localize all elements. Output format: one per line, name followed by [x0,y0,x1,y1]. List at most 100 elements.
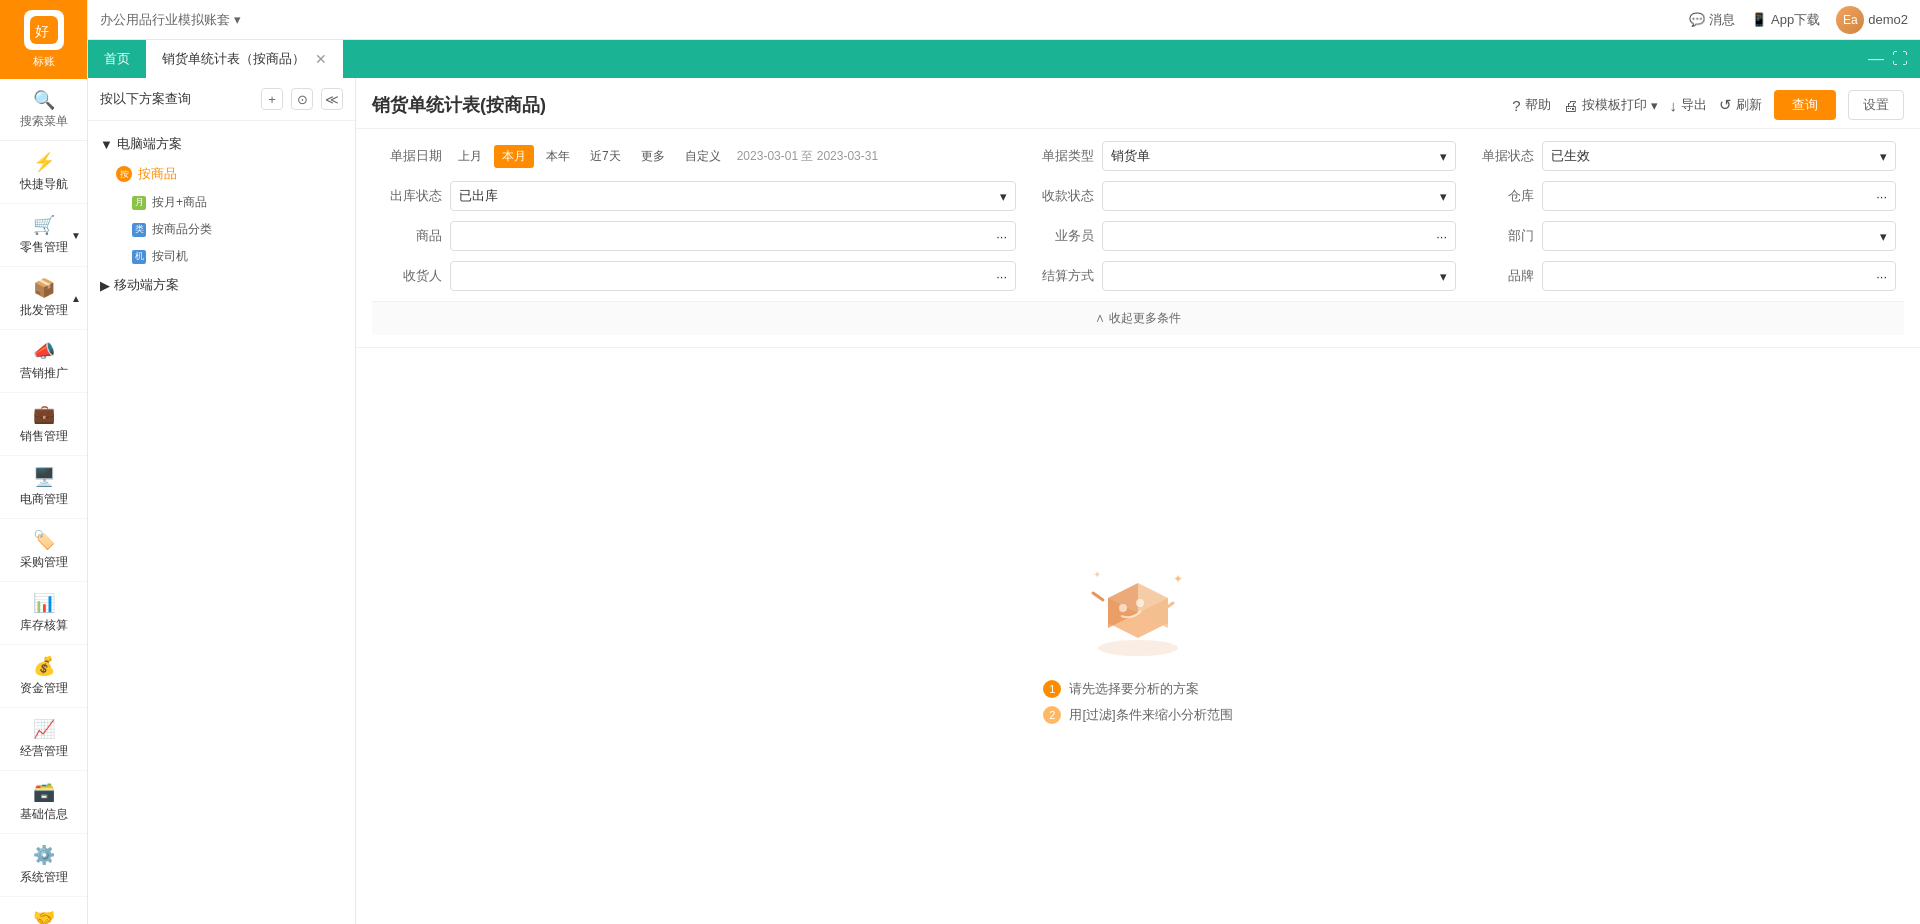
filter-brand-col: 品牌 ··· [1464,261,1904,291]
filter-receipt-status-col: 收款状态 ▾ [1024,181,1464,211]
sidebar-item-system[interactable]: ⚙️ 系统管理 [0,834,87,897]
warehouse-select[interactable]: ··· [1542,181,1896,211]
industry-selector[interactable]: 办公用品行业模拟账套 ▾ [100,11,241,29]
filter-warehouse-col: 仓库 ··· [1464,181,1904,211]
tree-parent-mobile[interactable]: ▶ 移动端方案 [88,270,355,300]
tree-child-by-product[interactable]: 按 按商品 [88,159,355,189]
tab-home[interactable]: 首页 [88,40,146,78]
filter-department-col: 部门 ▾ [1464,221,1904,251]
product-select[interactable]: ··· [450,221,1016,251]
out-status-select[interactable]: 已出库 ▾ [450,181,1016,211]
add-scheme-button[interactable]: + [261,88,283,110]
export-button[interactable]: ↓ 导出 [1670,96,1708,114]
tree-parent-pc[interactable]: ▼ 电脑端方案 [88,129,355,159]
sidebar-item-basics[interactable]: 🗃️ 基础信息 [0,771,87,834]
print-icon: 🖨 [1563,97,1578,114]
nav-icon-wholesale: 📦 [33,277,55,299]
filter-settlement-col: 结算方式 ▾ [1024,261,1464,291]
app-download-button[interactable]: 📱 App下载 [1751,11,1820,29]
tree-sub-label: 按司机 [152,248,188,265]
sidebar-item-inventory[interactable]: 📊 库存核算 [0,582,87,645]
avatar: Ea [1836,6,1864,34]
sidebar-item-retail[interactable]: 🛒 零售管理 ▼ [0,204,87,267]
collapse-panel-button[interactable]: ≪ [321,88,343,110]
sidebar-item-sales[interactable]: 💼 销售管理 [0,393,87,456]
date-tab-this-month[interactable]: 本月 [494,145,534,168]
nav-icon-quick: ⚡ [33,151,55,173]
sidebar-item-wholesale[interactable]: 📦 批发管理 ▲ [0,267,87,330]
empty-illustration: ✦ ✦ [1078,548,1198,668]
collapse-filter-bar[interactable]: ∧ 收起更多条件 [372,301,1904,335]
tree-parent-label: 移动端方案 [114,276,179,294]
refresh-icon: ↺ [1719,96,1732,114]
brand-select[interactable]: ··· [1542,261,1896,291]
filter-salesperson-col: 业务员 ··· [1024,221,1464,251]
tab-minimize-icon[interactable]: — [1868,50,1884,68]
sidebar-search[interactable]: 🔍 搜索菜单 [0,79,87,141]
tab-maximize-icon[interactable]: ⛶ [1892,50,1908,68]
tab-sales-report-label: 销货单统计表（按商品） [162,50,305,68]
query-button[interactable]: 查询 [1774,90,1836,120]
sidebar-item-label: 系统管理 [20,869,68,886]
doc-type-select[interactable]: 销货单 ▾ [1102,141,1456,171]
sidebar-item-quick-nav[interactable]: ⚡ 快捷导航 [0,141,87,204]
tab-close-icon[interactable]: ✕ [315,51,327,67]
svg-line-5 [1093,593,1103,600]
out-status-dropdown-icon: ▾ [1000,189,1007,204]
print-dropdown-icon: ▾ [1651,98,1658,113]
settings-button[interactable]: 设置 [1848,90,1904,120]
sidebar-item-purchase[interactable]: 🏷️ 采购管理 [0,519,87,582]
help-icon: ? [1512,97,1520,114]
left-panel-header: 按以下方案查询 + ⊙ ≪ [88,78,355,121]
sidebar-item-label: 经营管理 [20,743,68,760]
tip-text-1: 请先选择要分析的方案 [1069,680,1199,698]
sidebar-item-operations[interactable]: 📈 经营管理 [0,708,87,771]
nav-icon-enterprise: 🤝 [33,907,55,924]
sidebar-item-finance[interactable]: 💰 资金管理 [0,645,87,708]
sidebar-item-enterprise[interactable]: 🤝 企业协同 [0,897,87,924]
topbar: 办公用品行业模拟账套 ▾ 💬 消息 📱 App下载 Ea demo2 [88,0,1920,40]
sidebar-item-label: 采购管理 [20,554,68,571]
salesperson-dots: ··· [1436,229,1447,244]
settlement-select[interactable]: ▾ [1102,261,1456,291]
receipt-status-dropdown-icon: ▾ [1440,189,1447,204]
sidebar-item-label: 资金管理 [20,680,68,697]
filter-receiver-col: 收货人 ··· [372,261,1024,291]
settings-scheme-button[interactable]: ⊙ [291,88,313,110]
salesperson-select[interactable]: ··· [1102,221,1456,251]
help-button[interactable]: ? 帮助 [1512,96,1550,114]
date-tab-this-year[interactable]: 本年 [538,145,578,168]
sidebar-item-ecommerce[interactable]: 🖥️ 电商管理 [0,456,87,519]
tree-sub-by-driver[interactable]: 机 按司机 [88,243,355,270]
receiver-select[interactable]: ··· [450,261,1016,291]
tree-sub-icon-month: 月 [132,196,146,210]
message-icon: 💬 [1689,12,1705,27]
message-button[interactable]: 💬 消息 [1689,11,1735,29]
department-select[interactable]: ▾ [1542,221,1896,251]
department-dropdown-icon: ▾ [1880,229,1887,244]
tree-parent-label: 电脑端方案 [117,135,182,153]
settlement-label: 结算方式 [1032,267,1102,285]
doc-status-select[interactable]: 已生效 ▾ [1542,141,1896,171]
date-tab-last-month[interactable]: 上月 [450,145,490,168]
tree-expand-icon: ▶ [100,278,110,293]
date-tab-custom[interactable]: 自定义 [677,145,729,168]
tree-sub-by-category[interactable]: 类 按商品分类 [88,216,355,243]
receipt-status-select[interactable]: ▾ [1102,181,1456,211]
date-tab-more[interactable]: 更多 [633,145,673,168]
tab-sales-report[interactable]: 销货单统计表（按商品） ✕ [146,40,343,78]
svg-text:好: 好 [35,23,49,39]
tree-sub-icon-category: 类 [132,223,146,237]
sidebar-item-marketing[interactable]: 📣 营销推广 [0,330,87,393]
tree-sub-by-month-product[interactable]: 月 按月+商品 [88,189,355,216]
date-tab-7days[interactable]: 近7天 [582,145,629,168]
refresh-button[interactable]: ↺ 刷新 [1719,96,1762,114]
sidebar-item-label: 营销推广 [20,365,68,382]
template-print-button[interactable]: 🖨 按模板打印 ▾ [1563,96,1658,114]
user-menu[interactable]: Ea demo2 [1836,6,1908,34]
nav-icon-operations: 📈 [33,718,55,740]
page-title: 销货单统计表(按商品) [372,93,546,117]
sidebar-search-label: 搜索菜单 [20,113,68,130]
app-download-label: App下载 [1771,11,1820,29]
nav-arrow-wholesale: ▲ [71,293,81,304]
